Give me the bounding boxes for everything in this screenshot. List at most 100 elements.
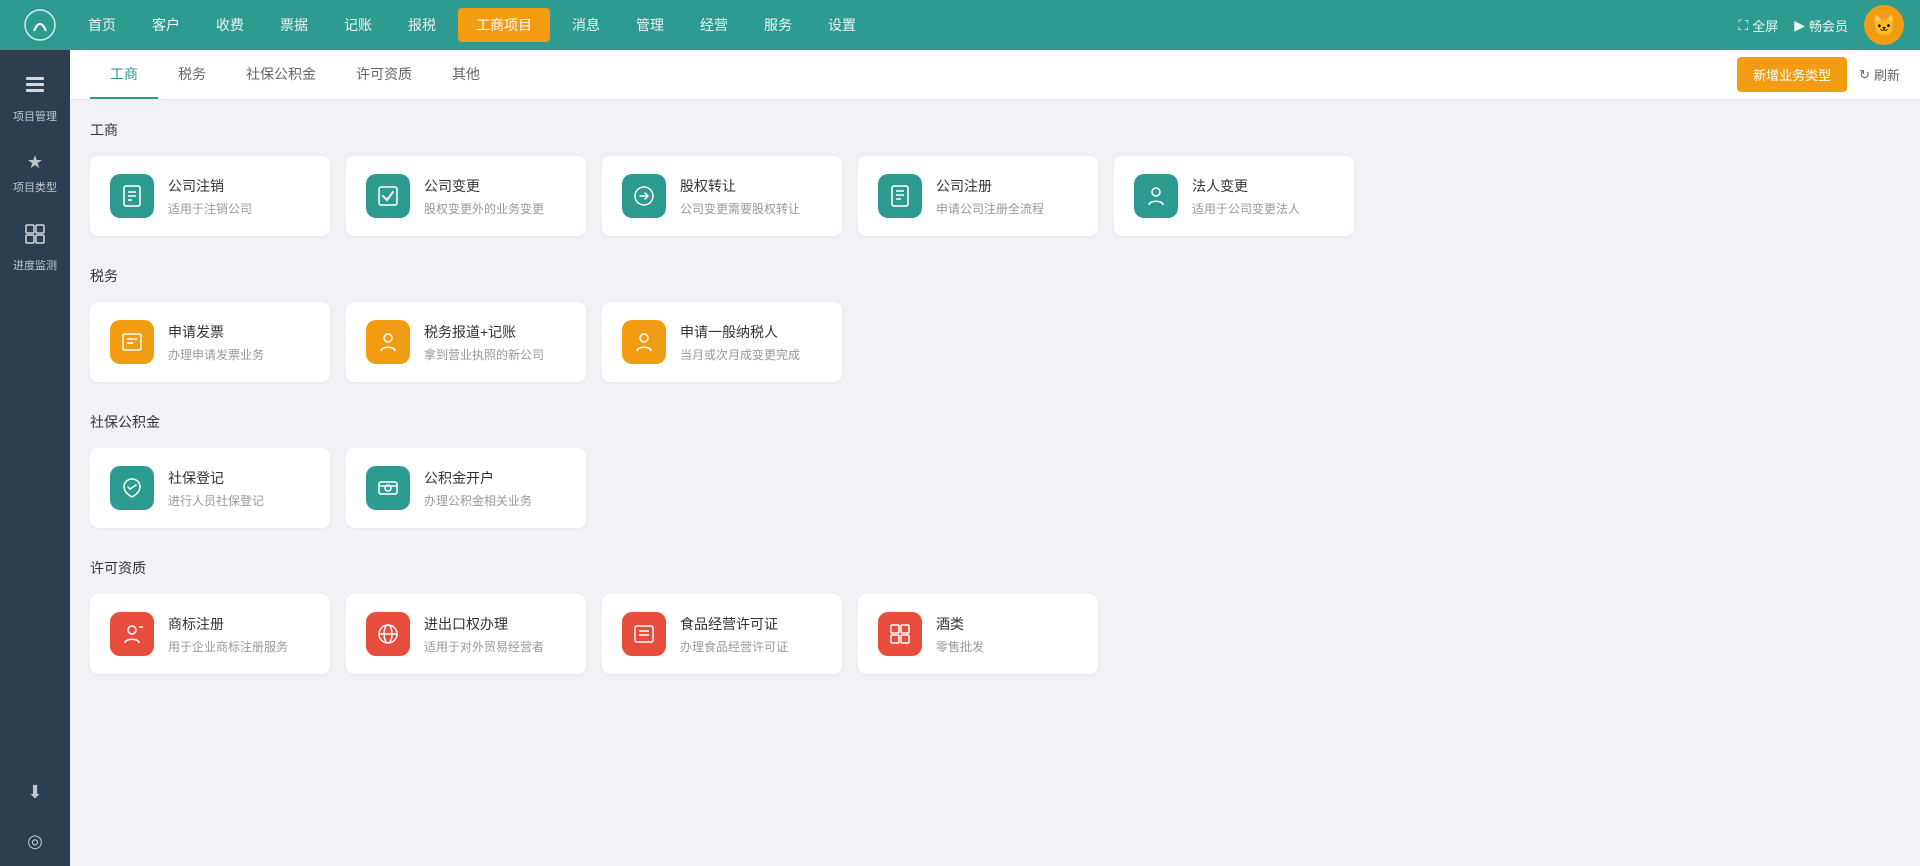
card-desc-liquor: 零售批发 bbox=[936, 638, 984, 655]
card-icon-tax-accounting bbox=[366, 320, 410, 364]
card-text-import-export: 进出口权办理 适用于对外贸易经营者 bbox=[424, 614, 544, 655]
gongshang-cards: 公司注销 适用于注销公司 公司变更 股 bbox=[90, 156, 1900, 236]
card-title-import-export: 进出口权办理 bbox=[424, 614, 544, 634]
nav-manage[interactable]: 管理 bbox=[618, 0, 682, 50]
card-icon-social-insurance bbox=[110, 466, 154, 510]
nav-operation[interactable]: 经营 bbox=[682, 0, 746, 50]
card-text-company-cancel: 公司注销 适用于注销公司 bbox=[168, 176, 252, 217]
fullscreen-btn[interactable]: ⛶ 全屏 bbox=[1738, 16, 1778, 35]
nav-service[interactable]: 服务 bbox=[746, 0, 810, 50]
card-equity-transfer[interactable]: 股权转让 公司变更需要股权转让 bbox=[602, 156, 842, 236]
card-icon-provident-fund bbox=[366, 466, 410, 510]
sidebar-item-project-type[interactable]: ★ 项目类型 bbox=[0, 138, 70, 209]
card-desc-apply-invoice: 办理申请发票业务 bbox=[168, 346, 264, 363]
card-title-tax-accounting: 税务报道+记账 bbox=[424, 322, 544, 342]
avatar[interactable]: 🐱 bbox=[1864, 5, 1904, 45]
card-title-social-insurance: 社保登记 bbox=[168, 468, 264, 488]
left-sidebar: 项目管理 ★ 项目类型 进度监测 ⬇ ◎ bbox=[0, 50, 70, 866]
card-text-apply-invoice: 申请发票 办理申请发票业务 bbox=[168, 322, 264, 363]
card-desc-tax-accounting: 拿到营业执照的新公司 bbox=[424, 346, 544, 363]
card-text-food-license: 食品经营许可证 办理食品经营许可证 bbox=[680, 614, 788, 655]
card-tax-accounting[interactable]: 税务报道+记账 拿到营业执照的新公司 bbox=[346, 302, 586, 382]
card-desc-social-insurance: 进行人员社保登记 bbox=[168, 492, 264, 509]
card-desc-legal-change: 适用于公司变更法人 bbox=[1192, 200, 1300, 217]
card-title-apply-invoice: 申请发票 bbox=[168, 322, 264, 342]
card-text-social-insurance: 社保登记 进行人员社保登记 bbox=[168, 468, 264, 509]
xuke-cards: 商标注册 用于企业商标注册服务 bbox=[90, 594, 1900, 674]
card-social-insurance[interactable]: 社保登记 进行人员社保登记 bbox=[90, 448, 330, 528]
card-text-company-register: 公司注册 申请公司注册全流程 bbox=[936, 176, 1044, 217]
card-legal-change[interactable]: 法人变更 适用于公司变更法人 bbox=[1114, 156, 1354, 236]
card-text-general-taxpayer: 申请一般纳税人 当月或次月成变更完成 bbox=[680, 322, 800, 363]
main-layout: 项目管理 ★ 项目类型 进度监测 ⬇ ◎ bbox=[0, 50, 1920, 866]
card-company-change[interactable]: 公司变更 股权变更外的业务变更 bbox=[346, 156, 586, 236]
tab-other[interactable]: 其他 bbox=[432, 50, 500, 99]
card-text-company-change: 公司变更 股权变更外的业务变更 bbox=[424, 176, 544, 217]
card-desc-food-license: 办理食品经营许可证 bbox=[680, 638, 788, 655]
vip-btn[interactable]: ▶ 畅会员 bbox=[1794, 16, 1848, 35]
sidebar-item-progress[interactable]: 进度监测 bbox=[0, 209, 70, 287]
card-import-export[interactable]: 进出口权办理 适用于对外贸易经营者 bbox=[346, 594, 586, 674]
sidebar-label-progress: 进度监测 bbox=[13, 257, 57, 273]
nav-settings[interactable]: 设置 bbox=[810, 0, 874, 50]
tab-gongshang[interactable]: 工商 bbox=[90, 50, 158, 99]
card-desc-company-register: 申请公司注册全流程 bbox=[936, 200, 1044, 217]
logo bbox=[10, 9, 70, 41]
card-title-legal-change: 法人变更 bbox=[1192, 176, 1300, 196]
card-icon-liquor bbox=[878, 612, 922, 656]
sidebar-label-project-type: 项目类型 bbox=[13, 179, 57, 195]
card-icon-legal-change bbox=[1134, 174, 1178, 218]
project-type-icon: ★ bbox=[27, 152, 43, 173]
card-trademark[interactable]: 商标注册 用于企业商标注册服务 bbox=[90, 594, 330, 674]
project-manage-icon bbox=[24, 74, 46, 102]
card-liquor[interactable]: 酒类 零售批发 bbox=[858, 594, 1098, 674]
card-desc-import-export: 适用于对外贸易经营者 bbox=[424, 638, 544, 655]
nav-accounting[interactable]: 记账 bbox=[326, 0, 390, 50]
card-text-liquor: 酒类 零售批发 bbox=[936, 614, 984, 655]
card-text-equity-transfer: 股权转让 公司变更需要股权转让 bbox=[680, 176, 800, 217]
nav-fee[interactable]: 收费 bbox=[198, 0, 262, 50]
card-desc-provident-fund: 办理公积金相关业务 bbox=[424, 492, 532, 509]
card-company-cancel[interactable]: 公司注销 适用于注销公司 bbox=[90, 156, 330, 236]
refresh-icon: ↻ bbox=[1859, 67, 1870, 83]
card-icon-import-export bbox=[366, 612, 410, 656]
scroll-content[interactable]: 工商 公司注销 适用于注销公 bbox=[70, 100, 1920, 866]
card-icon-general-taxpayer bbox=[622, 320, 666, 364]
card-company-register[interactable]: 公司注册 申请公司注册全流程 bbox=[858, 156, 1098, 236]
card-desc-trademark: 用于企业商标注册服务 bbox=[168, 638, 288, 655]
card-title-equity-transfer: 股权转让 bbox=[680, 176, 800, 196]
card-title-food-license: 食品经营许可证 bbox=[680, 614, 788, 634]
nav-tax[interactable]: 报税 bbox=[390, 0, 454, 50]
nav-home[interactable]: 首页 bbox=[70, 0, 134, 50]
fullscreen-label: 全屏 bbox=[1752, 16, 1778, 35]
section-xuke-title: 许可资质 bbox=[90, 558, 1900, 578]
nav-customer[interactable]: 客户 bbox=[134, 0, 198, 50]
shebao-cards: 社保登记 进行人员社保登记 公积 bbox=[90, 448, 1900, 528]
fullscreen-icon: ⛶ bbox=[1738, 17, 1748, 34]
nav-message[interactable]: 消息 bbox=[554, 0, 618, 50]
tab-xuke[interactable]: 许可资质 bbox=[336, 50, 432, 99]
tab-bar: 工商 税务 社保公积金 许可资质 其他 新增业务类型 ↻ 刷新 bbox=[70, 50, 1920, 100]
sidebar-label-project-manage: 项目管理 bbox=[13, 108, 57, 124]
nav-bill[interactable]: 票据 bbox=[262, 0, 326, 50]
location-icon: ◎ bbox=[27, 831, 43, 852]
top-nav: 首页 客户 收费 票据 记账 报税 工商项目 消息 管理 经营 服务 设置 ⛶ … bbox=[0, 0, 1920, 50]
refresh-button[interactable]: ↻ 刷新 bbox=[1859, 65, 1900, 84]
card-text-provident-fund: 公积金开户 办理公积金相关业务 bbox=[424, 468, 532, 509]
card-food-license[interactable]: 食品经营许可证 办理食品经营许可证 bbox=[602, 594, 842, 674]
nav-bizproject[interactable]: 工商项目 bbox=[458, 8, 550, 42]
card-provident-fund[interactable]: 公积金开户 办理公积金相关业务 bbox=[346, 448, 586, 528]
section-shuiwu-title: 税务 bbox=[90, 266, 1900, 286]
card-text-tax-accounting: 税务报道+记账 拿到营业执照的新公司 bbox=[424, 322, 544, 363]
tab-shebao[interactable]: 社保公积金 bbox=[226, 50, 336, 99]
sidebar-item-location[interactable]: ◎ bbox=[0, 817, 70, 866]
add-type-button[interactable]: 新增业务类型 bbox=[1737, 57, 1847, 92]
card-general-taxpayer[interactable]: 申请一般纳税人 当月或次月成变更完成 bbox=[602, 302, 842, 382]
card-title-provident-fund: 公积金开户 bbox=[424, 468, 532, 488]
card-apply-invoice[interactable]: 申请发票 办理申请发票业务 bbox=[90, 302, 330, 382]
card-title-company-register: 公司注册 bbox=[936, 176, 1044, 196]
sidebar-item-download[interactable]: ⬇ bbox=[0, 768, 70, 817]
content-area: 工商 税务 社保公积金 许可资质 其他 新增业务类型 ↻ 刷新 工商 bbox=[70, 50, 1920, 866]
tab-shuiwu[interactable]: 税务 bbox=[158, 50, 226, 99]
sidebar-item-project-manage[interactable]: 项目管理 bbox=[0, 60, 70, 138]
